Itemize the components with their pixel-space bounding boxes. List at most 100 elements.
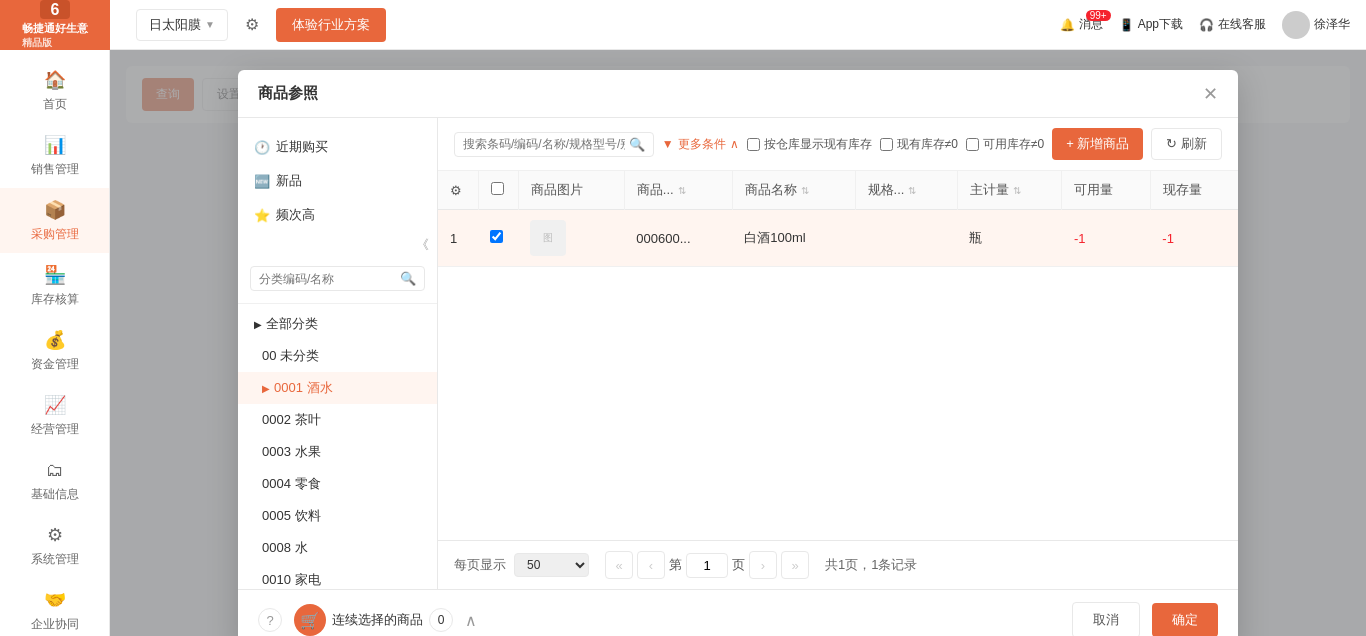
first-page-button[interactable]: «: [605, 551, 633, 579]
th-settings: ⚙: [438, 171, 478, 210]
basic-info-icon: 🗂: [43, 458, 67, 482]
dropdown-arrow-icon: ▼: [205, 19, 215, 30]
footer-left: ? 🛒 连续选择的商品 0 ∧: [258, 604, 1060, 636]
left-nav-recent[interactable]: 🕐 近期购买: [238, 130, 437, 164]
refresh-button[interactable]: ↻ 刷新: [1151, 128, 1222, 160]
per-page-select[interactable]: 50 10 20 100: [514, 553, 589, 577]
sidebar-item-operations[interactable]: 📈 经营管理: [0, 383, 109, 448]
sidebar-item-finance[interactable]: 💰 资金管理: [0, 318, 109, 383]
category-all[interactable]: ▶ 全部分类: [238, 308, 437, 340]
category-divider: [238, 303, 437, 304]
th-code[interactable]: 商品... ⇅: [624, 171, 732, 210]
category-snack[interactable]: 0004 零食: [238, 468, 437, 500]
category-beverage[interactable]: 0005 饮料: [238, 500, 437, 532]
product-search-input[interactable]: [463, 137, 625, 151]
category-fruit[interactable]: 0003 水果: [238, 436, 437, 468]
trial-button[interactable]: 体验行业方案: [276, 8, 386, 42]
dialog-toolbar: 🔍 ▼ 更多条件 ∧ 按仓库显示现有库存: [438, 118, 1238, 171]
product-image-placeholder: 图: [530, 220, 566, 256]
stock-nonzero-filter-label[interactable]: 现有库存≠0: [880, 136, 958, 153]
category-water[interactable]: 0008 水: [238, 532, 437, 564]
select-all-checkbox[interactable]: [491, 182, 504, 195]
cart-button[interactable]: 🛒: [294, 604, 326, 636]
confirm-button[interactable]: 确定: [1152, 603, 1218, 636]
dialog-left-panel: 🕐 近期购买 🆕 新品 ⭐ 频次高 《: [238, 118, 438, 589]
sidebar-item-sales[interactable]: 📊 销售管理: [0, 123, 109, 188]
product-search-wrap[interactable]: 🔍: [454, 132, 654, 157]
warehouse-filter-checkbox[interactable]: [747, 138, 760, 151]
th-unit[interactable]: 主计量 ⇅: [957, 171, 1062, 210]
filter-arrow-icon: ∧: [730, 137, 739, 151]
dialog-body: 🕐 近期购买 🆕 新品 ⭐ 频次高 《: [238, 118, 1238, 589]
category-tea[interactable]: 0002 茶叶: [238, 404, 437, 436]
td-stock: -1: [1150, 210, 1238, 267]
top-nav: 6 畅捷通好生意 精品版 日太阳膜 ▼ ⚙ 体验行业方案 🔔 消息 99+ 📱 …: [0, 0, 1366, 50]
th-available: 可用量: [1062, 171, 1150, 210]
last-page-button[interactable]: »: [781, 551, 809, 579]
user-avatar-area[interactable]: 徐泽华: [1282, 11, 1350, 39]
sidebar-item-purchase[interactable]: 📦 采购管理: [0, 188, 109, 253]
bell-icon: 🔔: [1060, 18, 1075, 32]
per-page-label: 每页显示: [454, 556, 506, 574]
left-nav-new[interactable]: 🆕 新品: [238, 164, 437, 198]
th-spec[interactable]: 规格... ⇅: [855, 171, 957, 210]
page-number-input[interactable]: [686, 553, 728, 578]
category-uncategorized[interactable]: 00 未分类: [238, 340, 437, 372]
sidebar-item-basic-info[interactable]: 🗂 基础信息: [0, 448, 109, 513]
sidebar-item-enterprise[interactable]: 🤝 企业协同: [0, 578, 109, 636]
filter-button[interactable]: ▼ 更多条件 ∧: [662, 136, 739, 153]
collapse-left-icon: 《: [416, 236, 429, 254]
settings-icon[interactable]: ⚙: [450, 183, 462, 198]
sort-icon: ⇅: [801, 185, 809, 196]
filter-icon: ▼: [662, 137, 674, 151]
sales-icon: 📊: [43, 133, 67, 157]
td-spec: [855, 210, 957, 267]
warehouse-filter-label[interactable]: 按仓库显示现有库存: [747, 136, 872, 153]
available-nonzero-filter-label[interactable]: 可用库存≠0: [966, 136, 1044, 153]
add-product-button[interactable]: + 新增商品: [1052, 128, 1143, 160]
sort-icon: ⇅: [1013, 185, 1021, 196]
gear-icon[interactable]: ⚙: [236, 9, 268, 41]
operations-icon: 📈: [43, 393, 67, 417]
purchase-icon: 📦: [43, 198, 67, 222]
table-row[interactable]: 1 图 000600... 白酒100ml: [438, 210, 1238, 267]
dialog-header: 商品参照 ✕: [238, 70, 1238, 118]
logo-icon: 6: [40, 0, 70, 19]
help-icon[interactable]: ?: [258, 608, 282, 632]
search-icon: 🔍: [400, 271, 416, 286]
online-service[interactable]: 🎧 在线客服: [1199, 16, 1266, 33]
category-liquor[interactable]: ▶ 0001 酒水: [238, 372, 437, 404]
footer-collapse-icon[interactable]: ∧: [465, 611, 477, 630]
sidebar: 🏠 首页 📊 销售管理 📦 采购管理 🏪 库存核算 💰 资金管理 📈 经营管理 …: [0, 50, 110, 636]
finance-icon: 💰: [43, 328, 67, 352]
stock-nonzero-checkbox[interactable]: [880, 138, 893, 151]
category-appliance[interactable]: 0010 家电: [238, 564, 437, 589]
sidebar-item-home[interactable]: 🏠 首页: [0, 58, 109, 123]
td-checkbox[interactable]: [478, 210, 518, 267]
left-nav-frequent[interactable]: ⭐ 频次高: [238, 198, 437, 232]
category-search-input[interactable]: [259, 272, 396, 286]
dialog-overlay: 商品参照 ✕ 🕐 近期购买 🆕 新品: [110, 50, 1366, 636]
product-table-wrap: ⚙ 商品图片: [438, 171, 1238, 540]
row-checkbox[interactable]: [490, 230, 503, 243]
category-search-box[interactable]: 🔍: [250, 266, 425, 291]
nav-center: 日太阳膜 ▼ ⚙ 体验行业方案: [136, 8, 1060, 42]
dialog-title: 商品参照: [258, 84, 318, 103]
pagination-area: 每页显示 50 10 20 100 « ‹ 第: [438, 540, 1238, 589]
nav-dropdown[interactable]: 日太阳膜 ▼: [136, 9, 228, 41]
available-nonzero-checkbox[interactable]: [966, 138, 979, 151]
left-panel-collapse-btn[interactable]: 《: [238, 232, 437, 258]
cancel-button[interactable]: 取消: [1072, 602, 1140, 636]
app-download[interactable]: 📱 App下载: [1119, 16, 1183, 33]
dialog-close-button[interactable]: ✕: [1203, 85, 1218, 103]
avatar: [1282, 11, 1310, 39]
notifications[interactable]: 🔔 消息 99+: [1060, 16, 1103, 33]
logo: 6 畅捷通好生意 精品版: [0, 0, 110, 50]
next-page-button[interactable]: ›: [749, 551, 777, 579]
main-layout: 🏠 首页 📊 销售管理 📦 采购管理 🏪 库存核算 💰 资金管理 📈 经营管理 …: [0, 50, 1366, 636]
prev-page-button[interactable]: ‹: [637, 551, 665, 579]
sidebar-item-system[interactable]: ⚙ 系统管理: [0, 513, 109, 578]
sidebar-item-inventory[interactable]: 🏪 库存核算: [0, 253, 109, 318]
table-header-row: ⚙ 商品图片: [438, 171, 1238, 210]
th-name[interactable]: 商品名称 ⇅: [732, 171, 855, 210]
